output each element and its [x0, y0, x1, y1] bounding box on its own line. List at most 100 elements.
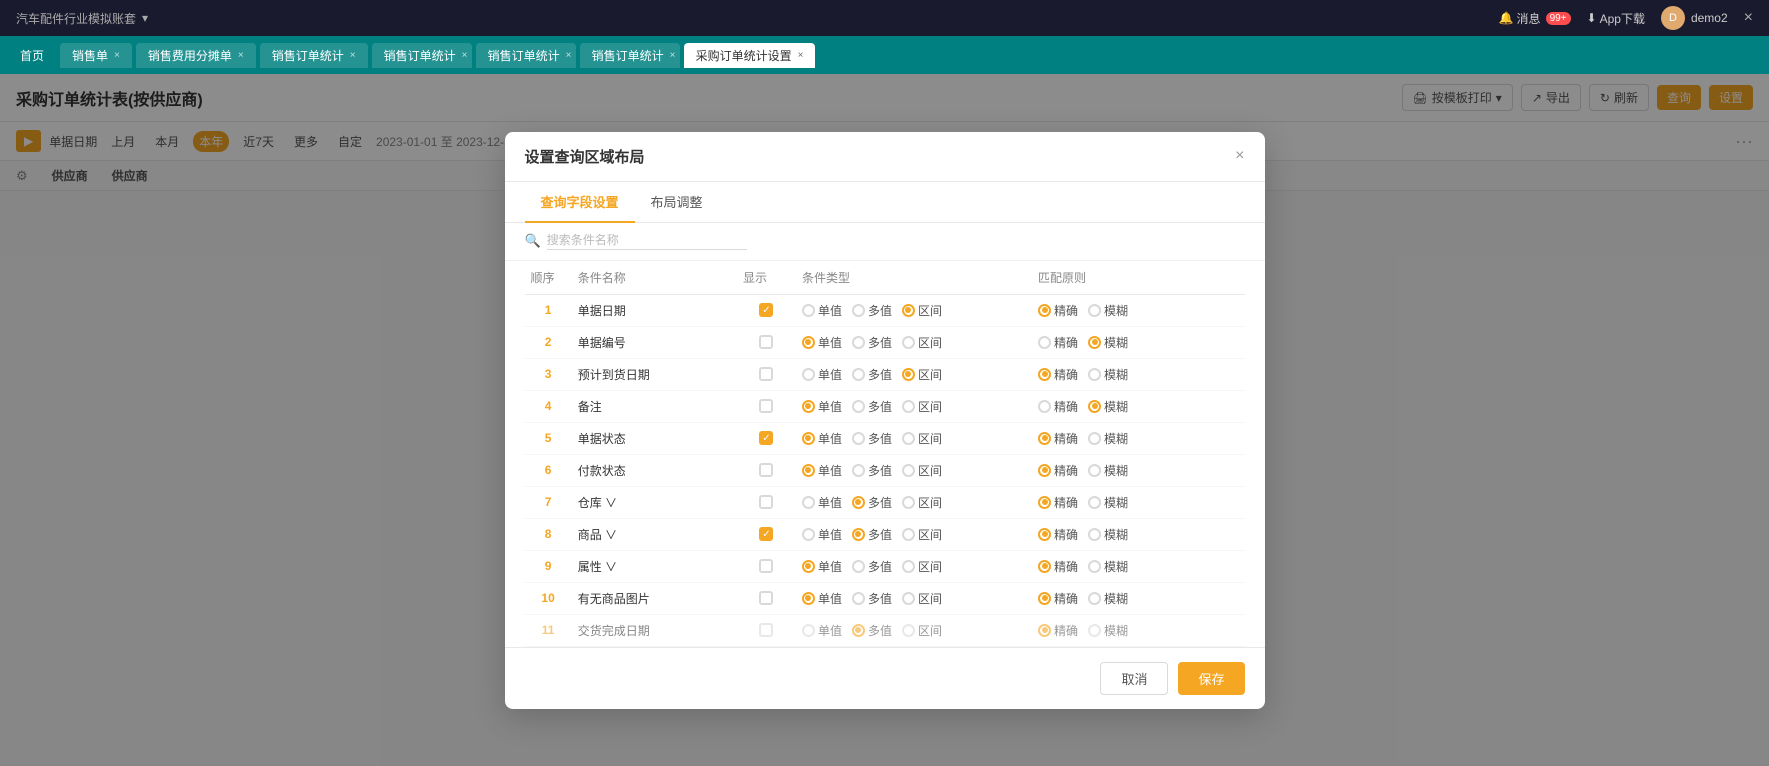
tab4[interactable]: 销售订单统计 ×: [372, 43, 472, 68]
radio-match-精确[interactable]: 精确: [1038, 590, 1078, 607]
radio-type-多值[interactable]: 多值: [852, 462, 892, 479]
save-btn[interactable]: 保存: [1178, 662, 1244, 695]
radio-type-区间[interactable]: 区间: [902, 558, 942, 575]
radio-match-模糊[interactable]: 模糊: [1088, 334, 1128, 351]
radio-match-模糊[interactable]: 模糊: [1088, 558, 1128, 575]
purchase-stat-tab-close[interactable]: ×: [798, 50, 804, 61]
dialog-close-btn[interactable]: ×: [1235, 148, 1244, 164]
row-match-radios[interactable]: 精确模糊: [1032, 422, 1244, 454]
radio-match-模糊[interactable]: 模糊: [1088, 526, 1128, 543]
radio-match-精确[interactable]: 精确: [1038, 398, 1078, 415]
radio-type-单值[interactable]: 单值: [802, 622, 842, 639]
row-type-radios[interactable]: 单值多值区间: [796, 614, 1032, 646]
radio-match-精确[interactable]: 精确: [1038, 462, 1078, 479]
radio-type-多值[interactable]: 多值: [852, 334, 892, 351]
radio-match-精确[interactable]: 精确: [1038, 366, 1078, 383]
radio-match-精确[interactable]: 精确: [1038, 334, 1078, 351]
row-type-radios[interactable]: 单值多值区间: [796, 422, 1032, 454]
sales-tab-close[interactable]: ×: [114, 50, 120, 61]
row-display-checkbox[interactable]: ✓: [737, 422, 796, 454]
radio-match-精确[interactable]: 精确: [1038, 494, 1078, 511]
radio-type-多值[interactable]: 多值: [852, 430, 892, 447]
radio-match-模糊[interactable]: 模糊: [1088, 590, 1128, 607]
radio-type-单值[interactable]: 单值: [802, 430, 842, 447]
radio-type-区间[interactable]: 区间: [902, 366, 942, 383]
row-match-radios[interactable]: 精确模糊: [1032, 550, 1244, 582]
radio-type-多值[interactable]: 多值: [852, 590, 892, 607]
radio-type-单值[interactable]: 单值: [802, 302, 842, 319]
tab6[interactable]: 销售订单统计 ×: [580, 43, 680, 68]
row-display-checkbox[interactable]: [737, 614, 796, 646]
row-type-radios[interactable]: 单值多值区间: [796, 326, 1032, 358]
search-input[interactable]: [547, 233, 747, 250]
row-display-checkbox[interactable]: [737, 486, 796, 518]
radio-type-多值[interactable]: 多值: [852, 558, 892, 575]
radio-type-单值[interactable]: 单值: [802, 494, 842, 511]
dialog-tab-query-fields[interactable]: 查询字段设置: [525, 182, 635, 223]
tab-sales[interactable]: 销售单 ×: [60, 43, 132, 68]
row-type-radios[interactable]: 单值多值区间: [796, 358, 1032, 390]
row-type-radios[interactable]: 单值多值区间: [796, 294, 1032, 326]
radio-type-多值[interactable]: 多值: [852, 366, 892, 383]
row-match-radios[interactable]: 精确模糊: [1032, 518, 1244, 550]
close-window-btn[interactable]: ×: [1744, 9, 1753, 27]
row-match-radios[interactable]: 精确模糊: [1032, 582, 1244, 614]
radio-type-区间[interactable]: 区间: [902, 302, 942, 319]
row-type-radios[interactable]: 单值多值区间: [796, 390, 1032, 422]
row-display-checkbox[interactable]: [737, 454, 796, 486]
row-type-radios[interactable]: 单值多值区间: [796, 454, 1032, 486]
row-type-radios[interactable]: 单值多值区间: [796, 550, 1032, 582]
row-display-checkbox[interactable]: [737, 358, 796, 390]
radio-match-模糊[interactable]: 模糊: [1088, 462, 1128, 479]
radio-type-多值[interactable]: 多值: [852, 494, 892, 511]
radio-match-精确[interactable]: 精确: [1038, 302, 1078, 319]
row-match-radios[interactable]: 精确模糊: [1032, 294, 1244, 326]
sales-expense-tab-close[interactable]: ×: [238, 50, 244, 61]
radio-type-区间[interactable]: 区间: [902, 462, 942, 479]
radio-type-区间[interactable]: 区间: [902, 526, 942, 543]
radio-match-模糊[interactable]: 模糊: [1088, 398, 1128, 415]
radio-type-单值[interactable]: 单值: [802, 366, 842, 383]
row-match-radios[interactable]: 精确模糊: [1032, 486, 1244, 518]
row-display-checkbox[interactable]: ✓: [737, 518, 796, 550]
row-match-radios[interactable]: 精确模糊: [1032, 454, 1244, 486]
row-match-radios[interactable]: 精确模糊: [1032, 358, 1244, 390]
radio-type-单值[interactable]: 单值: [802, 590, 842, 607]
radio-match-模糊[interactable]: 模糊: [1088, 366, 1128, 383]
radio-match-精确[interactable]: 精确: [1038, 622, 1078, 639]
radio-type-多值[interactable]: 多值: [852, 526, 892, 543]
sales-order-stat-tab-close[interactable]: ×: [350, 50, 356, 61]
radio-type-多值[interactable]: 多值: [852, 622, 892, 639]
radio-match-精确[interactable]: 精确: [1038, 526, 1078, 543]
row-display-checkbox[interactable]: [737, 550, 796, 582]
tab5[interactable]: 销售订单统计 ×: [476, 43, 576, 68]
tab-purchase-stat[interactable]: 采购订单统计设置 ×: [684, 43, 816, 68]
radio-type-区间[interactable]: 区间: [902, 590, 942, 607]
tab6-close[interactable]: ×: [670, 50, 676, 61]
row-display-checkbox[interactable]: [737, 326, 796, 358]
cancel-btn[interactable]: 取消: [1100, 662, 1168, 695]
radio-match-模糊[interactable]: 模糊: [1088, 430, 1128, 447]
radio-match-模糊[interactable]: 模糊: [1088, 494, 1128, 511]
app-download-btn[interactable]: ⬇ App下载: [1587, 10, 1645, 27]
radio-type-单值[interactable]: 单值: [802, 558, 842, 575]
radio-type-区间[interactable]: 区间: [902, 622, 942, 639]
row-display-checkbox[interactable]: [737, 582, 796, 614]
row-type-radios[interactable]: 单值多值区间: [796, 486, 1032, 518]
radio-type-多值[interactable]: 多值: [852, 398, 892, 415]
tab-sales-expense[interactable]: 销售费用分摊单 ×: [136, 43, 256, 68]
notification-area[interactable]: 🔔 消息 99+: [1499, 10, 1571, 27]
tab-home[interactable]: 首页: [8, 43, 56, 68]
radio-match-模糊[interactable]: 模糊: [1088, 302, 1128, 319]
radio-type-区间[interactable]: 区间: [902, 430, 942, 447]
radio-type-单值[interactable]: 单值: [802, 526, 842, 543]
radio-type-单值[interactable]: 单值: [802, 398, 842, 415]
row-match-radios[interactable]: 精确模糊: [1032, 614, 1244, 646]
row-type-radios[interactable]: 单值多值区间: [796, 582, 1032, 614]
radio-type-区间[interactable]: 区间: [902, 494, 942, 511]
radio-match-精确[interactable]: 精确: [1038, 430, 1078, 447]
dialog-tab-layout-adjust[interactable]: 布局调整: [635, 182, 719, 223]
tab4-close[interactable]: ×: [462, 50, 468, 61]
row-display-checkbox[interactable]: [737, 390, 796, 422]
radio-type-区间[interactable]: 区间: [902, 398, 942, 415]
